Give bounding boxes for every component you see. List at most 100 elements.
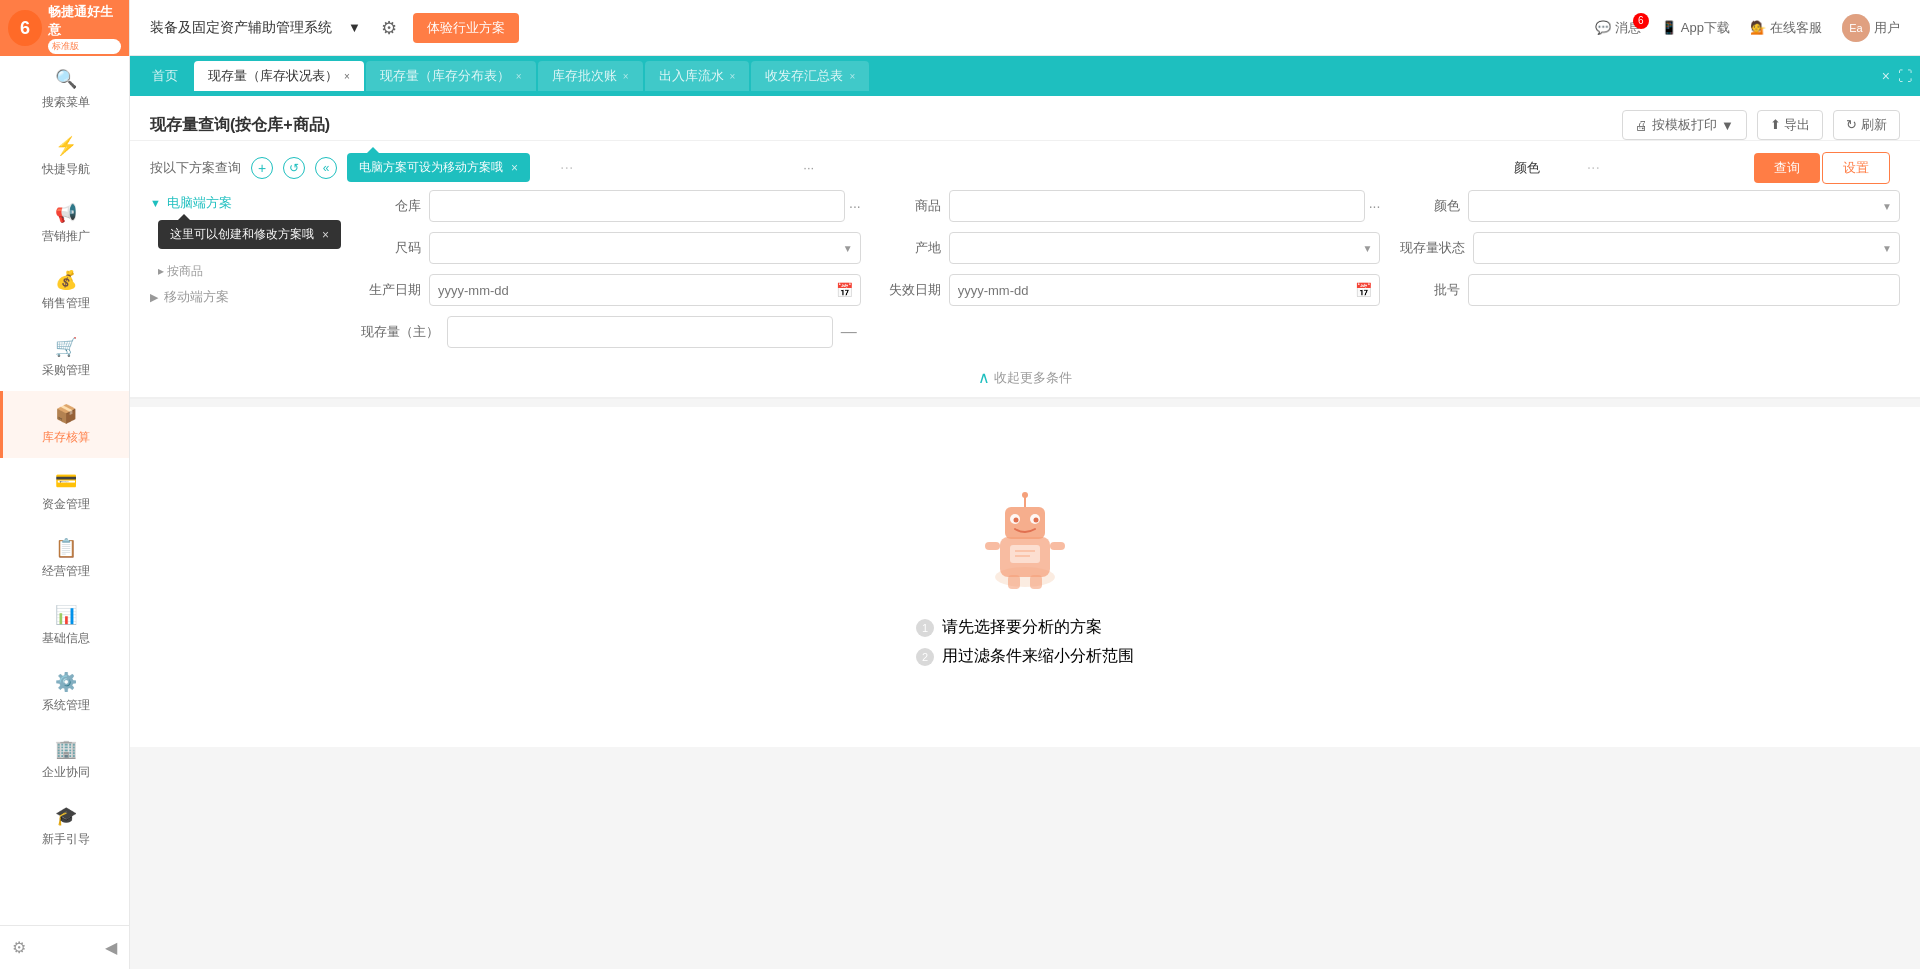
sidebar-item-system[interactable]: ⚙️ 系统管理 [0, 659, 129, 726]
expire-date-start-icon[interactable]: 📅 [1355, 282, 1372, 298]
warehouse-dots[interactable]: ··· [849, 198, 861, 214]
sidebar-item-operation[interactable]: 📋 经营管理 [0, 525, 129, 592]
sidebar-item-quick-nav[interactable]: ⚡ 快捷导航 [0, 123, 129, 190]
filter-container: 按以下方案查询 + ↺ « 电脑方案可设为移动方案哦 × ··· ··· [130, 141, 1920, 399]
tab-inout-flow[interactable]: 出入库流水 × [645, 61, 750, 91]
quicknav-icon: ⚡ [55, 135, 77, 157]
svg-rect-13 [1010, 545, 1040, 563]
tooltip2-wrap: 这里可以创建和修改方案哦 × [158, 220, 341, 249]
tab-inventory-dist[interactable]: 现存量（库存分布表） × [366, 61, 536, 91]
expire-date-start[interactable] [949, 274, 1381, 306]
filter-row3: 生产日期 📅 失效日期 [361, 274, 1900, 306]
stock-status-select[interactable] [1473, 232, 1900, 264]
batch-no-input[interactable] [1468, 274, 1900, 306]
scheme-mobile[interactable]: ▶ 移动端方案 [150, 284, 341, 310]
color-label: 颜色 [1514, 159, 1540, 177]
tab-inventory-dist-label: 现存量（库存分布表） [380, 67, 510, 85]
message-icon: 💬 [1595, 20, 1611, 35]
system-dropdown[interactable]: ▼ [348, 20, 361, 35]
tab-close-inout-flow[interactable]: × [730, 71, 736, 82]
warehouse-input[interactable] [429, 190, 845, 222]
tooltip1-close[interactable]: × [511, 161, 518, 175]
close-all-tabs-icon[interactable]: × [1882, 68, 1890, 84]
tab-recv-summary[interactable]: 收发存汇总表 × [751, 61, 869, 91]
online-support-button[interactable]: 💁 在线客服 [1750, 19, 1822, 37]
user-menu[interactable]: Ea 用户 [1842, 14, 1900, 42]
collapse-button[interactable]: ∧ 收起更多条件 [130, 358, 1920, 398]
size-select-wrap [429, 232, 861, 264]
produce-date-start-icon[interactable]: 📅 [836, 282, 853, 298]
stock-qty-field: 现存量（主） — [361, 316, 861, 348]
set-button[interactable]: 设置 [1822, 152, 1890, 184]
tab-home-label: 首页 [152, 67, 178, 85]
expire-date-start-wrap: 📅 [949, 274, 1381, 306]
empty-state: 1 请先选择要分析的方案 2 用过滤条件来缩小分析范围 [130, 407, 1920, 747]
topbar-settings-icon[interactable]: ⚙ [381, 17, 397, 39]
size-select[interactable] [429, 232, 861, 264]
tab-batch-account[interactable]: 库存批次账 × [538, 61, 643, 91]
filter-refresh-button[interactable]: ↺ [283, 157, 305, 179]
goods-input[interactable] [949, 190, 1365, 222]
tabbar: 首页 现存量（库存状况表） × 现存量（库存分布表） × 库存批次账 × 出入库… [130, 56, 1920, 96]
step1-num: 1 [916, 619, 934, 637]
sidebar-item-purchase[interactable]: 🛒 采购管理 [0, 324, 129, 391]
avatar: Ea [1842, 14, 1870, 42]
warehouse-field: 仓库 ··· [361, 190, 861, 222]
produce-date-start[interactable] [429, 274, 861, 306]
scheme-desktop[interactable]: ▼ 电脑端方案 [150, 190, 341, 216]
tab-close-batch-account[interactable]: × [623, 71, 629, 82]
sidebar-item-sales[interactable]: 💰 销售管理 [0, 257, 129, 324]
sidebar-item-guide[interactable]: 🎓 新手引导 [0, 793, 129, 860]
tab-close-recv-summary[interactable]: × [849, 71, 855, 82]
origin-label: 产地 [881, 239, 941, 257]
tab-close-inventory-dist[interactable]: × [516, 71, 522, 82]
template-print-button[interactable]: 🖨 按模板打印 ▼ [1622, 110, 1747, 140]
sidebar-item-search[interactable]: 🔍 搜索菜单 [0, 56, 129, 123]
batch-no-label: 批号 [1400, 281, 1460, 299]
goods-filter-dots: ··· [803, 160, 814, 175]
sidebar-item-marketing[interactable]: 📢 营销推广 [0, 190, 129, 257]
system-icon: ⚙️ [55, 671, 77, 693]
filter-row1: 仓库 ··· 商品 [361, 190, 1900, 222]
produce-date-start-wrap: 📅 [429, 274, 861, 306]
refresh-icon: ↻ [1846, 117, 1857, 132]
export-button[interactable]: ⬆ 导出 [1757, 110, 1824, 140]
stock-status-label: 现存量状态 [1400, 239, 1465, 257]
app-download-button[interactable]: 📱 App下载 [1661, 19, 1730, 37]
maximize-icon[interactable]: ⛶ [1898, 68, 1912, 84]
collapse-sidebar-icon[interactable]: ◀ [105, 938, 117, 957]
scheme-sub-item[interactable]: ▸ 按商品 [158, 259, 341, 284]
finance-icon: 💳 [55, 470, 77, 492]
expire-date-range: 📅 [949, 274, 1381, 306]
export-icon: ⬆ [1770, 117, 1781, 132]
tooltip-create-scheme: 这里可以创建和修改方案哦 × [158, 220, 341, 249]
message-badge: 6 [1633, 13, 1649, 29]
sidebar-item-basic-info[interactable]: 📊 基础信息 [0, 592, 129, 659]
svg-rect-9 [985, 542, 1000, 550]
tab-close-inventory-status[interactable]: × [344, 71, 350, 82]
origin-select[interactable] [949, 232, 1381, 264]
sidebar-logo: 6 畅捷通好生意 标准版 [0, 0, 129, 56]
tab-inventory-status[interactable]: 现存量（库存状况表） × [194, 61, 364, 91]
tab-home[interactable]: 首页 [138, 61, 192, 91]
goods-dots[interactable]: ··· [1369, 198, 1381, 214]
message-button[interactable]: 💬 消息 6 [1595, 19, 1641, 37]
color-label2: 颜色 [1400, 197, 1460, 215]
tooltip2-close[interactable]: × [322, 228, 329, 242]
sub-label: ▸ 按商品 [158, 263, 203, 280]
sidebar: 6 畅捷通好生意 标准版 🔍 搜索菜单 ⚡ 快捷导航 📢 营销推广 💰 销售管理… [0, 0, 130, 969]
trial-button[interactable]: 体验行业方案 [413, 13, 519, 43]
sidebar-item-enterprise[interactable]: 🏢 企业协同 [0, 726, 129, 793]
sidebar-item-inventory[interactable]: 📦 库存核算 [0, 391, 129, 458]
settings-icon[interactable]: ⚙ [12, 938, 26, 957]
tooltip1-wrap: 电脑方案可设为移动方案哦 × [347, 153, 530, 182]
filter-back-button[interactable]: « [315, 157, 337, 179]
stock-qty-min[interactable] [447, 316, 833, 348]
sidebar-item-finance[interactable]: 💳 资金管理 [0, 458, 129, 525]
query-button[interactable]: 查询 [1754, 153, 1820, 183]
color-select[interactable] [1468, 190, 1900, 222]
batch-no-field: 批号 [1400, 274, 1900, 306]
expire-date-label: 失效日期 [881, 281, 941, 299]
filter-add-button[interactable]: + [251, 157, 273, 179]
refresh-button[interactable]: ↻ 刷新 [1833, 110, 1900, 140]
